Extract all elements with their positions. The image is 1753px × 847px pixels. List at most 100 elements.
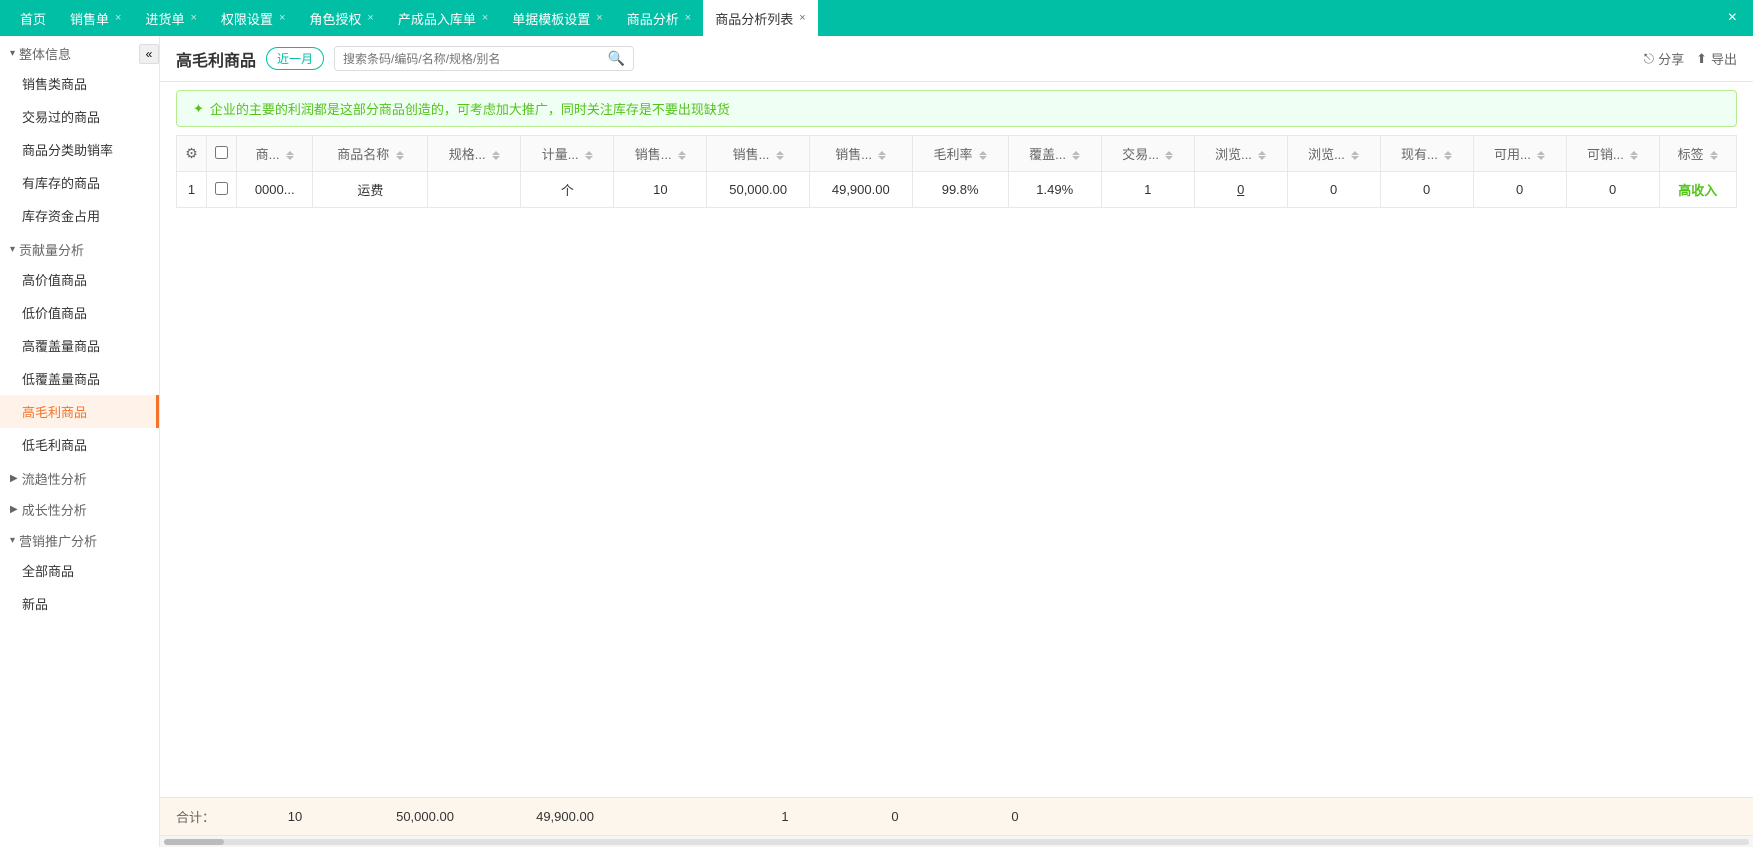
header-actions: ⎋ 分享 ⬆ 导出	[1644, 49, 1737, 68]
table-footer: 合计： 10 50,000.00 49,900.00 1 0	[160, 797, 1753, 835]
sidebar-item-new-goods[interactable]: 新品	[0, 587, 159, 620]
close-template-tab[interactable]: ×	[596, 12, 602, 24]
export-btn[interactable]: ⬆ 导出	[1696, 49, 1737, 68]
close-all-tabs[interactable]: ×	[1720, 9, 1745, 27]
sidebar-item-sales-goods[interactable]: 销售类商品	[0, 67, 159, 100]
sidebar-item-category-rate[interactable]: 商品分类助销率	[0, 133, 159, 166]
search-icon[interactable]: 🔍	[608, 50, 625, 67]
browse1-link[interactable]: 0	[1237, 182, 1244, 197]
sort-current-stock	[1444, 151, 1452, 160]
close-permissions-tab[interactable]: ×	[279, 12, 285, 24]
sidebar-item-in-stock[interactable]: 有库存的商品	[0, 166, 159, 199]
table-row: 1 0000... 运费	[177, 172, 1737, 208]
sidebar-item-low-coverage[interactable]: 低覆盖量商品	[0, 362, 159, 395]
horizontal-scrollbar[interactable]	[160, 835, 1753, 847]
cell-transaction: 1	[1101, 172, 1194, 208]
row-checkbox[interactable]	[215, 182, 228, 195]
sort-sales-cost	[878, 151, 886, 160]
th-available[interactable]: 可用...	[1473, 136, 1566, 172]
share-btn[interactable]: ⎋ 分享	[1644, 49, 1684, 68]
th-browse1[interactable]: 浏览...	[1194, 136, 1287, 172]
th-browse2[interactable]: 浏览...	[1287, 136, 1380, 172]
nav-tab-roles[interactable]: 角色授权 ×	[297, 0, 385, 36]
close-sales-tab[interactable]: ×	[115, 12, 121, 24]
sidebar-item-high-margin[interactable]: 高毛利商品	[0, 395, 159, 428]
scrollbar-track	[164, 839, 1749, 845]
sidebar-item-all-goods[interactable]: 全部商品	[0, 554, 159, 587]
close-analysis-tab[interactable]: ×	[685, 12, 691, 24]
sidebar-item-high-coverage[interactable]: 高覆盖量商品	[0, 329, 159, 362]
nav-tab-analysis[interactable]: 商品分析 ×	[615, 0, 703, 36]
sort-gross-margin	[979, 151, 987, 160]
sidebar-group-growth[interactable]: ▶ 成长性分析	[0, 492, 159, 523]
cell-coverage: 1.49%	[1008, 172, 1101, 208]
th-current-stock[interactable]: 现有...	[1380, 136, 1473, 172]
cell-name: 运费	[313, 172, 428, 208]
th-gear[interactable]: ⚙	[177, 136, 207, 172]
expand-arrow-marketing: ▾	[10, 535, 15, 546]
th-sales-cost[interactable]: 销售...	[809, 136, 912, 172]
sidebar-group-trend[interactable]: ▶ 流趋性分析	[0, 461, 159, 492]
th-saleable[interactable]: 可销...	[1566, 136, 1659, 172]
cell-current-stock: 0	[1380, 172, 1473, 208]
th-spec[interactable]: 规格...	[428, 136, 521, 172]
scrollbar-thumb[interactable]	[164, 839, 224, 845]
footer-label: 合计：	[176, 807, 215, 826]
footer-transaction-val: 1	[735, 809, 835, 824]
filter-recent-month-btn[interactable]: 近一月	[266, 47, 324, 70]
cell-sales-cost: 49,900.00	[809, 172, 912, 208]
cell-sales-qty: 10	[614, 172, 707, 208]
close-roles-tab[interactable]: ×	[367, 12, 373, 24]
sort-sales-qty	[678, 151, 686, 160]
settings-icon[interactable]: ⚙	[185, 145, 198, 161]
cell-index: 1	[177, 172, 207, 208]
cell-code: 0000...	[237, 172, 313, 208]
sidebar-item-low-margin[interactable]: 低毛利商品	[0, 428, 159, 461]
expand-arrow-trend: ▶	[10, 473, 18, 484]
nav-tab-template[interactable]: 单据模板设置 ×	[500, 0, 614, 36]
th-coverage[interactable]: 覆盖...	[1008, 136, 1101, 172]
sidebar-group-contribution[interactable]: ▾ 贡献量分析	[0, 232, 159, 263]
sidebar-item-stock-capital[interactable]: 库存资金占用	[0, 199, 159, 232]
sort-sales-amount	[776, 151, 784, 160]
th-unit[interactable]: 计量...	[521, 136, 614, 172]
nav-tab-purchase[interactable]: 进货单 ×	[133, 0, 208, 36]
nav-tab-sales[interactable]: 销售单 ×	[58, 0, 133, 36]
top-nav: 首页 销售单 × 进货单 × 权限设置 × 角色授权 × 产成品入库单 × 单据…	[0, 0, 1753, 36]
close-purchase-tab[interactable]: ×	[190, 12, 196, 24]
close-analysis-list-tab[interactable]: ×	[799, 12, 805, 24]
sort-name	[396, 151, 404, 160]
close-inbound-tab[interactable]: ×	[482, 12, 488, 24]
nav-tab-home[interactable]: 首页	[8, 0, 58, 36]
th-gross-margin[interactable]: 毛利率	[912, 136, 1008, 172]
sidebar-group-overview[interactable]: ▾ 整体信息	[0, 36, 159, 67]
sidebar-item-high-value[interactable]: 高价值商品	[0, 263, 159, 296]
sidebar-collapse-btn[interactable]: «	[139, 44, 159, 64]
th-name[interactable]: 商品名称	[313, 136, 428, 172]
sort-browse2	[1351, 151, 1359, 160]
nav-tab-permissions[interactable]: 权限设置 ×	[209, 0, 297, 36]
sort-coverage	[1072, 151, 1080, 160]
cell-sales-amount: 50,000.00	[707, 172, 810, 208]
nav-tab-inbound[interactable]: 产成品入库单 ×	[386, 0, 500, 36]
footer-sales-amount: 50,000.00	[355, 809, 495, 824]
th-sales-amount[interactable]: 销售...	[707, 136, 810, 172]
th-sales-qty[interactable]: 销售...	[614, 136, 707, 172]
search-input[interactable]	[343, 52, 608, 66]
sidebar-group-marketing[interactable]: ▾ 营销推广分析	[0, 523, 159, 554]
select-all-checkbox[interactable]	[215, 146, 228, 159]
th-tag[interactable]: 标签	[1659, 136, 1736, 172]
cell-tag: 高收入	[1659, 172, 1736, 208]
cell-browse1: 0	[1194, 172, 1287, 208]
nav-tab-analysis-list[interactable]: 商品分析列表 ×	[703, 0, 817, 36]
footer-transaction	[635, 809, 735, 824]
sidebar-item-traded-goods[interactable]: 交易过的商品	[0, 100, 159, 133]
th-code[interactable]: 商...	[237, 136, 313, 172]
th-transaction[interactable]: 交易...	[1101, 136, 1194, 172]
sidebar-item-low-value[interactable]: 低价值商品	[0, 296, 159, 329]
expand-arrow-growth: ▶	[10, 504, 18, 515]
content-header: 高毛利商品 近一月 🔍 ⎋ 分享 ⬆ 导出	[160, 36, 1753, 82]
sort-transaction	[1165, 151, 1173, 160]
info-tip: ✦ 企业的主要的利润都是这部分商品创造的，可考虑加大推广，同时关注库存是不要出现…	[176, 90, 1737, 127]
search-box: 🔍	[334, 46, 634, 71]
